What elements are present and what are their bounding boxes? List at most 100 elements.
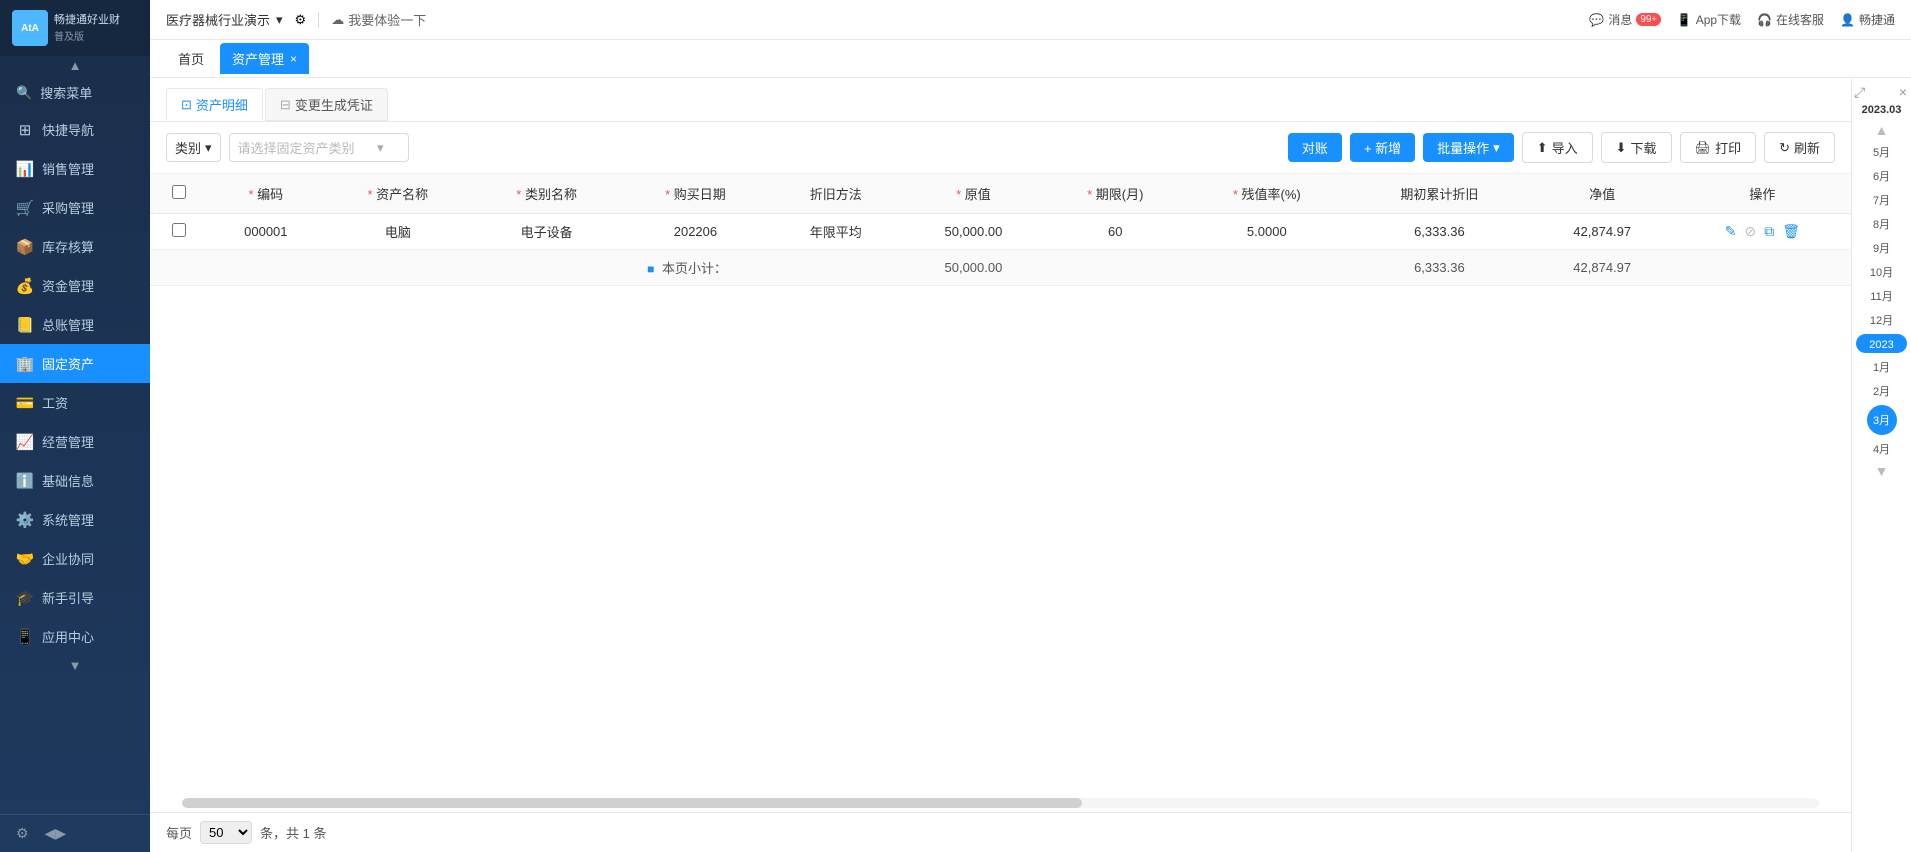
experience-btn[interactable]: ☁ 我要体验一下 bbox=[331, 10, 426, 29]
sidebar-item-basic-info[interactable]: ℹ️ 基础信息 bbox=[0, 461, 150, 500]
row-code: 000001 bbox=[208, 214, 323, 250]
download-btn[interactable]: ⬇ 下载 bbox=[1601, 132, 1672, 163]
sidebar-item-app-center[interactable]: 📱 应用中心 bbox=[0, 617, 150, 656]
app-label: App下载 bbox=[1696, 11, 1741, 28]
sidebar-item-inventory[interactable]: 📦 库存核算 bbox=[0, 227, 150, 266]
sidebar-item-label: 固定资产 bbox=[42, 354, 94, 373]
msg-btn[interactable]: 💬 消息 99+ bbox=[1589, 11, 1660, 28]
close-panel-icon[interactable]: × bbox=[1899, 84, 1907, 100]
calendar-month-5[interactable]: 5月 bbox=[1852, 140, 1911, 164]
add-btn[interactable]: + 新增 bbox=[1350, 133, 1415, 162]
quick-nav-icon: ⊞ bbox=[16, 121, 34, 139]
col-actions: 操作 bbox=[1674, 174, 1851, 214]
subtab-change-voucher[interactable]: ⊟ 变更生成凭证 bbox=[265, 88, 388, 121]
col-checkbox[interactable] bbox=[150, 174, 208, 214]
sidebar-item-sales[interactable]: 📊 销售管理 bbox=[0, 149, 150, 188]
calendar-month-8[interactable]: 8月 bbox=[1852, 212, 1911, 236]
sidebar-item-search[interactable]: 🔍 搜索菜单 bbox=[0, 75, 150, 110]
h-scrollbar[interactable] bbox=[182, 798, 1819, 808]
sidebar-item-quick-nav[interactable]: ⊞ 快捷导航 bbox=[0, 110, 150, 149]
col-name: 资产名称 bbox=[323, 174, 472, 214]
print-label: 打印 bbox=[1715, 138, 1741, 157]
sidebar-item-cooperation[interactable]: 🤝 企业协同 bbox=[0, 539, 150, 578]
calendar-month-7[interactable]: 7月 bbox=[1852, 188, 1911, 212]
per-page-select[interactable]: 50 10 20 100 bbox=[200, 821, 252, 844]
sidebar-item-guide[interactable]: 🎓 新手引导 bbox=[0, 578, 150, 617]
settings-icon[interactable]: ⚙ bbox=[16, 825, 29, 842]
service-icon: 🎧 bbox=[1757, 13, 1772, 27]
company-selector[interactable]: 医疗器械行业演示 ▾ bbox=[166, 10, 283, 29]
sidebar-scroll-down[interactable]: ▼ bbox=[0, 656, 150, 675]
tab-asset-management[interactable]: 资产管理 × bbox=[220, 43, 309, 74]
subtotal-original-value: 50,000.00 bbox=[902, 250, 1045, 286]
calendar-month-10[interactable]: 10月 bbox=[1852, 260, 1911, 284]
copy-icon[interactable]: ⊘ bbox=[1745, 223, 1757, 240]
row-checkbox[interactable] bbox=[150, 214, 208, 250]
user-btn[interactable]: 👤 畅捷通 bbox=[1840, 11, 1895, 28]
sidebar-search-label: 搜索菜单 bbox=[40, 83, 92, 102]
sidebar-scroll: ▲ 🔍 搜索菜单 ⊞ 快捷导航 📊 销售管理 🛒 采购管理 📦 库存核算 💰 资… bbox=[0, 56, 150, 814]
panel-year-label: 2023.03 bbox=[1860, 100, 1904, 120]
right-panel: ⤢ × 2023.03 ▲ 5月 6月 7月 8月 9月 10月 11月 12月… bbox=[1851, 78, 1911, 852]
funds-icon: 💰 bbox=[16, 277, 34, 295]
edit-icon[interactable]: ✎ bbox=[1725, 223, 1737, 240]
panel-up-arrow[interactable]: ▲ bbox=[1873, 120, 1891, 140]
calendar-month-2[interactable]: 2月 bbox=[1852, 379, 1911, 403]
topbar-divider bbox=[318, 12, 319, 28]
calendar-month-12[interactable]: 12月 bbox=[1852, 308, 1911, 332]
calendar-month-3-current[interactable]: 3月 bbox=[1867, 405, 1897, 435]
h-scrollbar-wrap bbox=[150, 794, 1851, 812]
subtotal-code-cell bbox=[208, 250, 323, 286]
per-page-label: 每页 bbox=[166, 823, 192, 842]
gear-settings-icon[interactable]: ⚙ bbox=[295, 12, 307, 28]
refresh-btn[interactable]: ↻ 刷新 bbox=[1764, 132, 1835, 163]
expand-icon[interactable]: ⤢ bbox=[1854, 84, 1865, 101]
row-net-value: 42,874.97 bbox=[1531, 214, 1674, 250]
fixed-assets-icon: 🏢 bbox=[16, 355, 34, 373]
calendar-month-11[interactable]: 11月 bbox=[1852, 284, 1911, 308]
duplicate-icon[interactable]: ⧉ bbox=[1764, 223, 1774, 240]
col-residual-rate: 残值率(%) bbox=[1185, 174, 1348, 214]
sidebar-item-fixed-assets[interactable]: 🏢 固定资产 bbox=[0, 344, 150, 383]
reconcile-btn[interactable]: 对账 bbox=[1288, 133, 1342, 162]
sidebar-item-funds[interactable]: 💰 资金管理 bbox=[0, 266, 150, 305]
print-btn[interactable]: 🖨 打印 bbox=[1680, 132, 1757, 163]
row-select-checkbox[interactable] bbox=[172, 223, 186, 237]
calendar-month-4[interactable]: 4月 bbox=[1852, 437, 1911, 461]
sidebar-item-label: 新手引导 bbox=[42, 588, 94, 607]
row-residual-rate: 5.0000 bbox=[1185, 214, 1348, 250]
calendar-month-9[interactable]: 9月 bbox=[1852, 236, 1911, 260]
category-input[interactable]: 请选择固定资产类别 ▾ bbox=[229, 133, 409, 162]
sidebar-item-operations[interactable]: 📈 经营管理 bbox=[0, 422, 150, 461]
export-btn[interactable]: ⬆ 导入 bbox=[1522, 132, 1593, 163]
row-initial-depreciation: 6,333.36 bbox=[1348, 214, 1530, 250]
sidebar-item-ledger[interactable]: 📒 总账管理 bbox=[0, 305, 150, 344]
sidebar-scroll-up[interactable]: ▲ bbox=[0, 56, 150, 75]
print-icon: 🖨 bbox=[1695, 140, 1712, 156]
sidebar-item-purchase[interactable]: 🛒 采购管理 bbox=[0, 188, 150, 227]
app-download-btn[interactable]: 📱 App下载 bbox=[1677, 11, 1741, 28]
subtab-asset-detail[interactable]: ⊡ 资产明细 bbox=[166, 88, 263, 121]
content-main: ⊡ 资产明细 ⊟ 变更生成凭证 类别 ▾ 请选择固定资产类别 ▾ bbox=[150, 78, 1851, 852]
service-btn[interactable]: 🎧 在线客服 bbox=[1757, 11, 1824, 28]
collapse-icon[interactable]: ◀▶ bbox=[45, 825, 67, 842]
msg-label: 消息 bbox=[1608, 11, 1632, 28]
delete-icon[interactable]: 🗑 bbox=[1782, 223, 1800, 240]
subtotal-label-cell: ■ 本页小计： bbox=[472, 250, 902, 286]
batch-btn[interactable]: 批量操作 ▾ bbox=[1423, 133, 1514, 162]
calendar-month-6[interactable]: 6月 bbox=[1852, 164, 1911, 188]
cooperation-icon: 🤝 bbox=[16, 550, 34, 568]
export-label: 导入 bbox=[1552, 138, 1578, 157]
topbar-right: 💬 消息 99+ 📱 App下载 🎧 在线客服 👤 畅捷通 bbox=[1589, 11, 1895, 28]
msg-icon: 💬 bbox=[1589, 13, 1604, 27]
sidebar-item-payroll[interactable]: 💳 工资 bbox=[0, 383, 150, 422]
category-filter-arrow: ▾ bbox=[205, 140, 212, 156]
category-filter[interactable]: 类别 ▾ bbox=[166, 133, 221, 162]
sidebar-item-system[interactable]: ⚙️ 系统管理 bbox=[0, 500, 150, 539]
calendar-month-1[interactable]: 1月 bbox=[1852, 355, 1911, 379]
tab-home[interactable]: 首页 bbox=[166, 43, 216, 74]
select-all-checkbox[interactable] bbox=[172, 185, 186, 199]
panel-down-arrow[interactable]: ▼ bbox=[1873, 461, 1891, 481]
tab-close-btn[interactable]: × bbox=[290, 52, 297, 66]
year-2023-label: 2023 bbox=[1856, 334, 1907, 353]
